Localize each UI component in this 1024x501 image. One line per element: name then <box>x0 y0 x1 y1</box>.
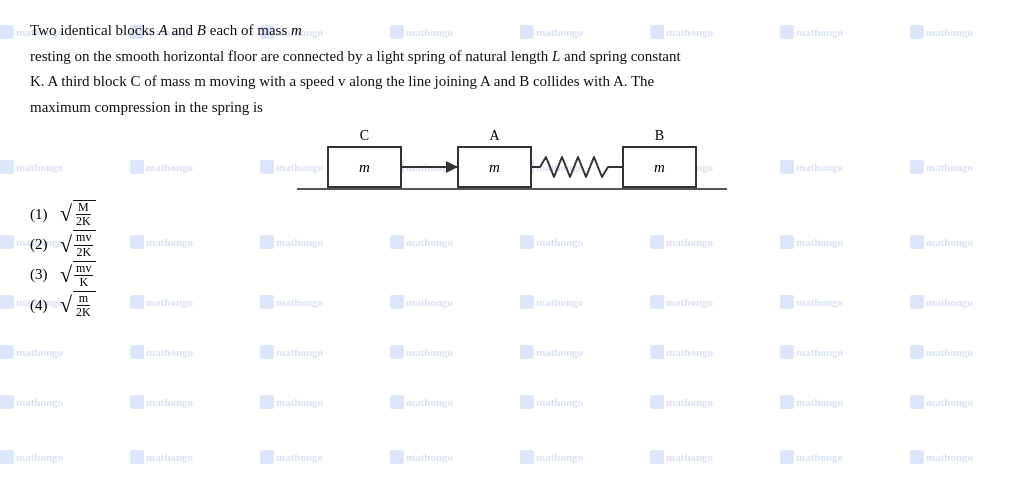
option-4-numerator: m <box>77 292 90 306</box>
watermark: mathongo <box>0 450 63 464</box>
option-2-sqrt: √ mv 2K <box>60 230 96 258</box>
floor-line <box>297 188 727 190</box>
option-3-sqrt: √ mv K <box>60 261 96 289</box>
watermark: mathongo <box>520 395 583 409</box>
watermark: mathongo <box>260 395 323 409</box>
watermark: mathongo <box>260 345 323 359</box>
watermark: mathongo <box>780 395 843 409</box>
diagram-area: C A B m m <box>30 128 994 188</box>
option-4-label: (4) <box>30 292 54 319</box>
option-4: (4) √ m 2K <box>30 291 994 319</box>
option-2-denominator: 2K <box>74 246 93 259</box>
watermark: mathongo <box>130 395 193 409</box>
watermark: mathongo <box>910 450 973 464</box>
main-content: Two identical blocks A and B each of mas… <box>0 0 1024 330</box>
watermark: mathongo <box>390 345 453 359</box>
options-area: (1) √ M 2K (2) √ mv 2K <box>30 200 994 320</box>
option-3-numerator: mv <box>74 262 93 276</box>
watermark: mathongo <box>780 450 843 464</box>
option-2-numerator: mv <box>74 231 93 245</box>
watermark: mathongo <box>130 450 193 464</box>
watermark: mathongo <box>260 450 323 464</box>
option-4-denominator: 2K <box>74 306 93 319</box>
option-1-label: (1) <box>30 201 54 228</box>
option-1-sqrt: √ M 2K <box>60 200 96 228</box>
watermark: mathongo <box>390 450 453 464</box>
block-a-label: A <box>457 128 532 144</box>
watermark: mathongo <box>130 345 193 359</box>
option-1-numerator: M <box>76 201 91 215</box>
option-1-denominator: 2K <box>74 215 93 228</box>
option-2: (2) √ mv 2K <box>30 230 994 258</box>
watermark: mathongo <box>520 450 583 464</box>
spring <box>532 146 622 188</box>
watermark: mathongo <box>390 395 453 409</box>
block-a: m <box>457 146 532 188</box>
watermark: mathongo <box>650 450 713 464</box>
watermark: mathongo <box>0 345 63 359</box>
arrow <box>402 166 457 168</box>
watermark: mathongo <box>520 345 583 359</box>
option-3-denominator: K <box>77 276 90 289</box>
watermark: mathongo <box>650 345 713 359</box>
option-3: (3) √ mv K <box>30 261 994 289</box>
watermark: mathongo <box>910 395 973 409</box>
block-b: m <box>622 146 697 188</box>
watermark: mathongo <box>780 345 843 359</box>
block-b-label: B <box>622 128 697 144</box>
option-3-label: (3) <box>30 261 54 288</box>
watermark: mathongo <box>0 395 63 409</box>
watermark: mathongo <box>910 345 973 359</box>
problem-line2: resting on the smooth horizontal floor a… <box>30 44 994 70</box>
watermark: mathongo <box>650 395 713 409</box>
block-c: m <box>327 146 402 188</box>
problem-statement: Two identical blocks A and B each of mas… <box>30 18 994 120</box>
option-2-label: (2) <box>30 231 54 258</box>
option-4-sqrt: √ m 2K <box>60 291 96 319</box>
option-1: (1) √ M 2K <box>30 200 994 228</box>
problem-line1: Two identical blocks A and B each of mas… <box>30 18 994 44</box>
problem-line3: K. A third block C of mass m moving with… <box>30 69 994 95</box>
spring-svg <box>532 152 622 182</box>
block-c-label: C <box>327 128 402 144</box>
problem-line4: maximum compression in the spring is <box>30 95 994 121</box>
